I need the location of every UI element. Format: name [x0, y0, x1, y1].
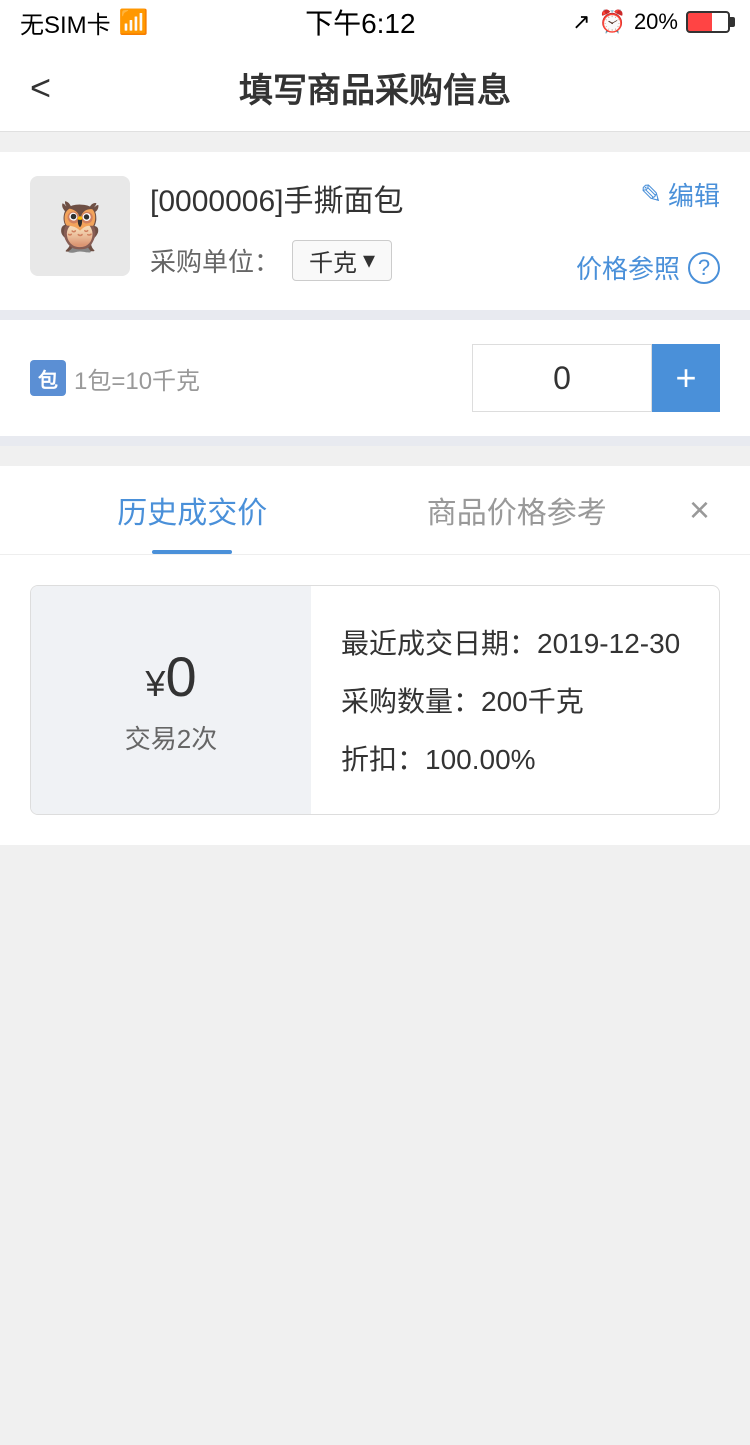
- divider-2: [0, 436, 750, 446]
- product-info: [0000006]手撕面包 采购单位： 千克 ▾: [150, 176, 403, 281]
- price-value: 0: [165, 645, 196, 708]
- tab-close-button[interactable]: ×: [679, 489, 720, 531]
- tab-history-label: 历史成交价: [117, 488, 267, 532]
- unit-value: 千克: [309, 243, 357, 278]
- purchase-qty-label: 采购数量：: [341, 686, 481, 717]
- quantity-input-wrap: +: [472, 344, 720, 412]
- product-header: 🦉 [0000006]手撕面包 采购单位： 千克 ▾ ✎ 编辑 价格参照: [30, 176, 720, 286]
- edit-label: 编辑: [668, 176, 720, 213]
- product-logo-icon: 🦉: [50, 198, 110, 255]
- product-name: [0000006]手撕面包: [150, 176, 403, 220]
- location-icon: ↗: [572, 9, 590, 35]
- tab-price-ref[interactable]: 商品价格参考: [354, 466, 678, 554]
- tab-price-ref-label: 商品价格参考: [427, 488, 607, 532]
- back-button[interactable]: <: [30, 67, 51, 109]
- page-title: 填写商品采购信息: [239, 63, 511, 112]
- recent-date-row: 最近成交日期：2019-12-30: [341, 622, 689, 662]
- unit-label-row: 包 1包=10千克: [30, 360, 200, 396]
- yen-symbol: ¥: [145, 663, 165, 704]
- discount-row: 折扣：100.00%: [341, 738, 689, 778]
- discount-value: 100.00%: [425, 744, 536, 775]
- unit-selector[interactable]: 千克 ▾: [292, 240, 392, 281]
- edit-icon: ✎: [640, 179, 662, 210]
- trade-count: 交易2次: [125, 719, 217, 756]
- status-bar: 无SIM卡 📶 下午6:12 ↗ ⏰ 20%: [0, 0, 750, 44]
- product-left: 🦉 [0000006]手撕面包 采购单位： 千克 ▾: [30, 176, 403, 281]
- price-ref-label: 价格参照: [576, 249, 680, 286]
- purchase-qty-value: 200千克: [481, 686, 584, 717]
- recent-date-value: 2019-12-30: [537, 628, 680, 659]
- purchase-qty-row: 采购数量：200千克: [341, 680, 689, 720]
- recent-date-label: 最近成交日期：: [341, 628, 537, 659]
- tab-history-price[interactable]: 历史成交价: [30, 466, 354, 554]
- edit-button[interactable]: ✎ 编辑: [640, 176, 720, 213]
- status-time: 下午6:12: [305, 2, 416, 42]
- nav-bar: < 填写商品采购信息: [0, 44, 750, 132]
- dropdown-arrow-icon: ▾: [363, 246, 375, 275]
- battery-percent: 20%: [634, 9, 678, 35]
- divider: [0, 310, 750, 320]
- product-image: 🦉: [30, 176, 130, 276]
- transaction-price: ¥0: [145, 644, 196, 709]
- quantity-row: 包 1包=10千克 +: [0, 320, 750, 436]
- transaction-card: ¥0 交易2次 最近成交日期：2019-12-30 采购数量：200千克 折扣：…: [30, 585, 720, 815]
- price-ref-button[interactable]: 价格参照 ?: [576, 249, 720, 286]
- unit-label: 采购单位：: [150, 242, 280, 279]
- unit-icon-box: 包: [30, 360, 66, 396]
- alarm-icon: ⏰: [599, 9, 626, 35]
- battery-icon: [686, 11, 730, 33]
- quantity-input[interactable]: [472, 344, 652, 412]
- discount-label: 折扣：: [341, 744, 425, 775]
- tab-header: 历史成交价 商品价格参考 ×: [0, 466, 750, 555]
- quantity-plus-button[interactable]: +: [652, 344, 720, 412]
- status-left: 无SIM卡 📶: [20, 5, 149, 40]
- help-icon: ?: [688, 252, 720, 284]
- transaction-details: 最近成交日期：2019-12-30 采购数量：200千克 折扣：100.00%: [311, 586, 719, 814]
- status-right: ↗ ⏰ 20%: [572, 9, 730, 35]
- product-card: 🦉 [0000006]手撕面包 采购单位： 千克 ▾ ✎ 编辑 价格参照: [0, 152, 750, 310]
- bottom-space: [0, 845, 750, 1445]
- unit-conversion-text: 1包=10千克: [74, 361, 200, 396]
- transaction-section: ¥0 交易2次 最近成交日期：2019-12-30 采购数量：200千克 折扣：…: [0, 555, 750, 845]
- tab-panel: 历史成交价 商品价格参考 × ¥0 交易2次 最近成交日期：2019-12-30…: [0, 466, 750, 845]
- transaction-summary: ¥0 交易2次: [31, 586, 311, 814]
- wifi-icon: 📶: [119, 8, 149, 37]
- product-unit-row: 采购单位： 千克 ▾: [150, 240, 403, 281]
- carrier-text: 无SIM卡: [20, 5, 111, 40]
